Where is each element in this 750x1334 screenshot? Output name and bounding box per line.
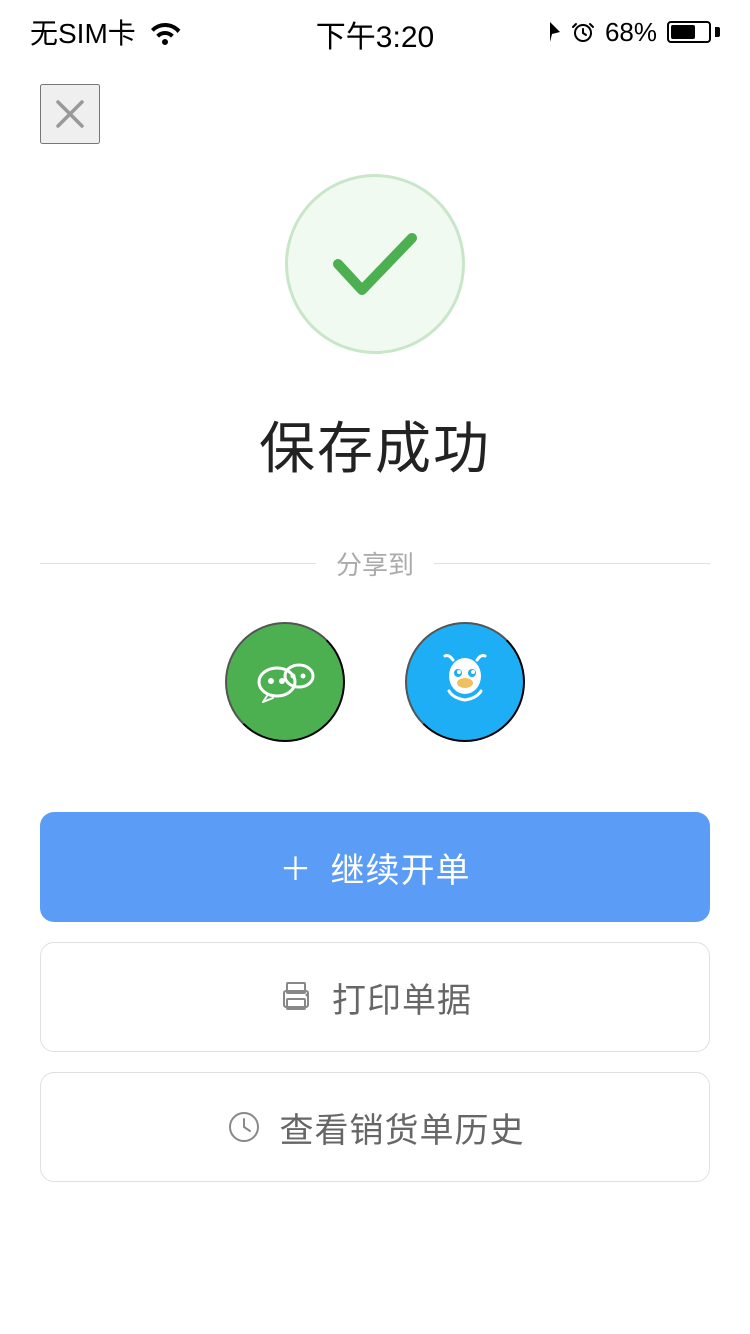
battery-indicator — [667, 21, 720, 43]
print-icon — [278, 979, 314, 1015]
close-icon — [48, 92, 92, 136]
success-title: 保存成功 — [259, 404, 491, 485]
continue-icon: ＋ — [279, 844, 312, 890]
divider-left — [40, 563, 316, 564]
status-right: 68% — [539, 17, 720, 48]
history-button[interactable]: 查看销货单历史 — [40, 1072, 710, 1182]
status-bar: 无SIM卡 下午3:20 68% — [0, 0, 750, 64]
location-icon — [539, 21, 561, 43]
alarm-icon — [571, 20, 595, 44]
success-icon-circle — [285, 174, 465, 354]
history-label: 查看销货单历史 — [280, 1103, 525, 1152]
battery-percentage: 68% — [605, 17, 657, 48]
history-icon — [226, 1109, 262, 1145]
share-icons-row — [225, 622, 525, 742]
qq-share-button[interactable] — [405, 622, 525, 742]
main-content: 保存成功 分享到 — [0, 64, 750, 1222]
wechat-icon — [249, 646, 321, 718]
wifi-icon — [148, 19, 182, 45]
carrier-text: 无SIM卡 — [30, 12, 136, 52]
status-left: 无SIM卡 — [30, 12, 182, 52]
share-label: 分享到 — [336, 545, 414, 582]
continue-label: 继续开单 — [331, 843, 471, 892]
print-label: 打印单据 — [332, 973, 472, 1022]
status-time: 下午3:20 — [316, 12, 434, 56]
action-buttons: ＋ 继续开单 打印单据 查看销货单历史 — [40, 812, 710, 1182]
share-divider: 分享到 — [40, 545, 710, 582]
close-button[interactable] — [40, 84, 100, 144]
print-button[interactable]: 打印单据 — [40, 942, 710, 1052]
wechat-share-button[interactable] — [225, 622, 345, 742]
continue-button[interactable]: ＋ 继续开单 — [40, 812, 710, 922]
checkmark-icon — [330, 228, 420, 300]
divider-right — [434, 563, 710, 564]
share-section: 分享到 — [40, 545, 710, 742]
qq-icon — [429, 646, 501, 718]
